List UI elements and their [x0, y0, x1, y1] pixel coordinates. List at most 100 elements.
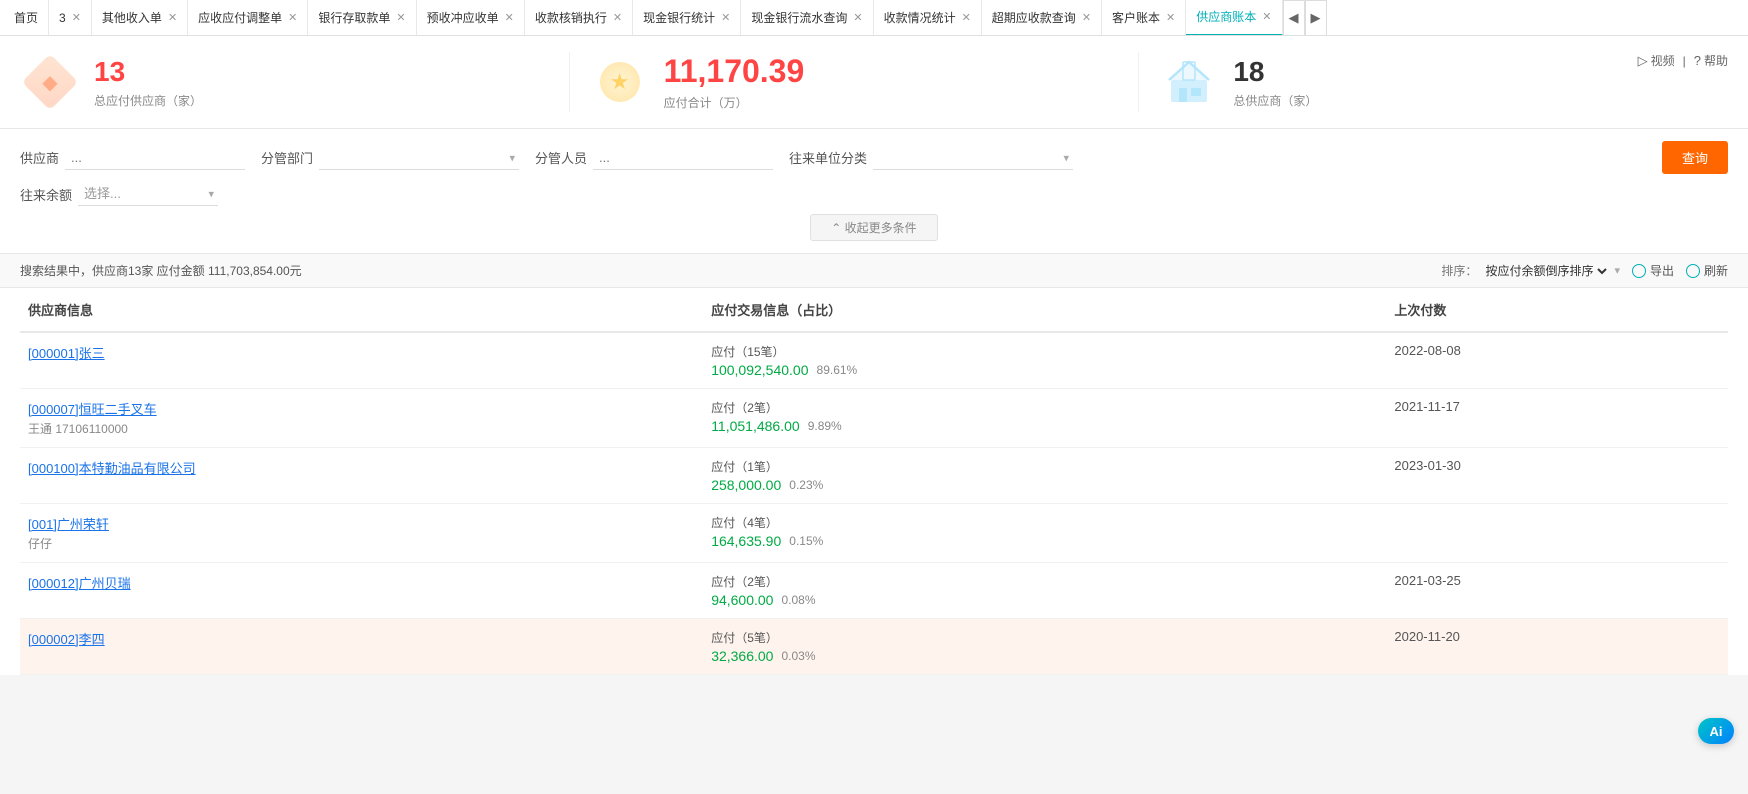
supplier-link[interactable]: [000007]恒旺二手叉车	[28, 402, 157, 417]
close-icon[interactable]: ✕	[962, 11, 971, 24]
amount-value: 100,092,540.00	[711, 362, 808, 378]
last-payment-cell: 2020-11-20	[1386, 619, 1728, 675]
summary-icon-1: ◆	[20, 52, 80, 112]
table-row: [000012]广州贝瑞 应付（2笔） 94,600.00 0.08% 2021-03-…	[20, 563, 1728, 619]
close-icon[interactable]: ✕	[1262, 10, 1271, 23]
table-header: 供应商信息 应付交易信息（占比） 上次付数	[20, 288, 1728, 332]
nav-tab-customer-ledger[interactable]: 客户账本 ✕	[1102, 0, 1186, 36]
category-select[interactable]	[873, 146, 1073, 170]
video-link[interactable]: ▷ 视频	[1638, 52, 1675, 69]
supplier-link[interactable]: [000012]广州贝瑞	[28, 576, 131, 591]
summary-value-payable-total: 11,170.39	[664, 53, 805, 90]
export-icon	[1632, 264, 1646, 278]
ai-badge[interactable]: Ai	[1698, 718, 1734, 744]
refresh-button[interactable]: 刷新	[1686, 262, 1728, 279]
summary-icon-2: ★	[590, 52, 650, 112]
result-bar-right: 排序： 按应付余额倒序排序 ▾ 导出 刷新	[1441, 262, 1728, 279]
person-label: 分管人员	[535, 148, 587, 167]
nav-tab-collection-verify[interactable]: 收款核销执行 ✕	[525, 0, 633, 36]
tx-note: 应付（15笔）	[711, 343, 1378, 360]
supplier-info-cell: [000012]广州贝瑞	[20, 563, 703, 619]
person-input[interactable]	[593, 146, 773, 170]
nav-tab-supplier-ledger[interactable]: 供应商账本 ✕	[1186, 0, 1282, 36]
nav-arrow-right[interactable]: ▶	[1305, 0, 1327, 36]
close-icon[interactable]: ✕	[168, 11, 177, 24]
filter-row-2: 往来余额 选择... ▾	[20, 182, 1728, 206]
supplier-link[interactable]: [000002]李四	[28, 632, 105, 647]
percentage-text: 89.61%	[817, 363, 858, 377]
dept-select-wrap: ▾	[319, 146, 519, 170]
summary-label-payable-total: 应付合计（万）	[664, 94, 805, 111]
table-row: [000007]恒旺二手叉车王通 17106110000应付（2笔）11,051…	[20, 389, 1728, 448]
filter-dept: 分管部门 ▾	[261, 146, 519, 170]
nav-arrow-left[interactable]: ◀	[1283, 0, 1305, 36]
close-icon[interactable]: ✕	[72, 11, 81, 24]
supplier-link[interactable]: [000100]本特勤油品有限公司	[28, 461, 196, 476]
nav-tab-collection-stat[interactable]: 收款情况统计 ✕	[874, 0, 982, 36]
filter-person: 分管人员	[535, 146, 773, 170]
nav-tab-other-income[interactable]: 其他收入单 ✕	[92, 0, 188, 36]
tx-note: 应付（2笔）	[711, 573, 1378, 590]
percentage-text: 0.08%	[781, 593, 815, 607]
nav-tab-cash-bank-flow[interactable]: 现金银行流水查询 ✕	[741, 0, 873, 36]
th-tx-info: 应付交易信息（占比）	[703, 288, 1386, 332]
nav-tab-bank[interactable]: 银行存取款单 ✕	[308, 0, 416, 36]
close-icon[interactable]: ✕	[505, 11, 514, 24]
filter-category: 往来单位分类 ▾	[789, 146, 1073, 170]
amount-value: 94,600.00	[711, 592, 773, 608]
supplier-input[interactable]	[65, 146, 245, 170]
th-last-payment: 上次付数	[1386, 288, 1728, 332]
supplier-info-cell: [000100]本特勤油品有限公司	[20, 448, 703, 504]
supplier-link[interactable]: [000001]张三	[28, 346, 105, 361]
last-payment-cell: 2023-01-30	[1386, 448, 1728, 504]
tx-note: 应付（2笔）	[711, 399, 1378, 416]
nav-tab-ar-ap-adjust[interactable]: 应收应付调整单 ✕	[188, 0, 308, 36]
supplier-sub-info: 王通 17106110000	[28, 420, 695, 437]
tx-info-cell: 应付（15笔） 100,092,540.00 89.61%	[703, 332, 1386, 389]
last-payment-cell: 2021-03-25	[1386, 563, 1728, 619]
summary-card-suppliers-payable: ◆ 13 总应付供应商（家）	[20, 52, 570, 112]
table-row: [000001]张三应付（15笔）100,092,540.0089.61%202…	[20, 332, 1728, 389]
sort-select[interactable]: 按应付余额倒序排序	[1481, 263, 1610, 279]
supplier-sub-info: 仔仔	[28, 535, 695, 552]
nav-tab-home[interactable]: 首页	[4, 0, 49, 36]
close-icon[interactable]: ✕	[1082, 11, 1091, 24]
nav-tab-prepay-ar[interactable]: 预收冲应收单 ✕	[417, 0, 525, 36]
tx-info-cell: 应付（5笔）32,366.000.03%	[703, 619, 1386, 675]
supplier-link[interactable]: [001]广州荣轩	[28, 517, 109, 532]
search-button[interactable]: 查询	[1662, 141, 1728, 174]
refresh-icon	[1686, 264, 1700, 278]
balance-select[interactable]: 选择...	[78, 182, 218, 206]
close-icon[interactable]: ✕	[853, 11, 862, 24]
collapse-button[interactable]: ⌃ 收起更多条件	[810, 214, 937, 241]
balance-select-wrap: 选择... ▾	[78, 182, 218, 206]
summary-label-total-suppliers: 总供应商（家）	[1233, 92, 1317, 109]
help-link[interactable]: ? 帮助	[1694, 52, 1728, 69]
amount-value: 258,000.00	[711, 477, 781, 493]
help-icon: ?	[1694, 53, 1701, 68]
percentage-text: 9.89%	[808, 419, 842, 433]
close-icon[interactable]: ✕	[613, 11, 622, 24]
top-right-links: ▷ 视频 | ? 帮助	[1638, 52, 1728, 69]
nav-tab-cash-bank-stat[interactable]: 现金银行统计 ✕	[633, 0, 741, 36]
close-icon[interactable]: ✕	[1166, 11, 1175, 24]
table-row: [001]广州荣轩仔仔应付（4笔）164,635.900.15%	[20, 504, 1728, 563]
nav-tab-3[interactable]: 3 ✕	[49, 0, 92, 36]
data-table-wrap: 供应商信息 应付交易信息（占比） 上次付数 [000001]张三 应付（15笔） 1…	[0, 288, 1748, 675]
nav-tab-overdue-ar[interactable]: 超期应收款查询 ✕	[982, 0, 1102, 36]
balance-label: 往来余额	[20, 185, 72, 204]
tx-note: 应付（1笔）	[711, 458, 1378, 475]
dept-select[interactable]	[319, 146, 519, 170]
th-supplier-info: 供应商信息	[20, 288, 703, 332]
filter-balance: 往来余额 选择... ▾	[20, 182, 218, 206]
close-icon[interactable]: ✕	[396, 11, 405, 24]
close-icon[interactable]: ✕	[721, 11, 730, 24]
video-icon: ▷	[1638, 53, 1648, 69]
result-bar: 搜索结果中，供应商13家 应付金额 111,703,854.00元 排序： 按应…	[0, 254, 1748, 288]
filter-row-1: 供应商 分管部门 ▾ 分管人员 往来单位分类 ▾	[20, 141, 1728, 174]
category-select-wrap: ▾	[873, 146, 1073, 170]
close-icon[interactable]: ✕	[288, 11, 297, 24]
export-button[interactable]: 导出	[1632, 262, 1674, 279]
percentage-text: 0.15%	[789, 534, 823, 548]
last-payment-cell: 2021-11-17	[1386, 389, 1728, 448]
